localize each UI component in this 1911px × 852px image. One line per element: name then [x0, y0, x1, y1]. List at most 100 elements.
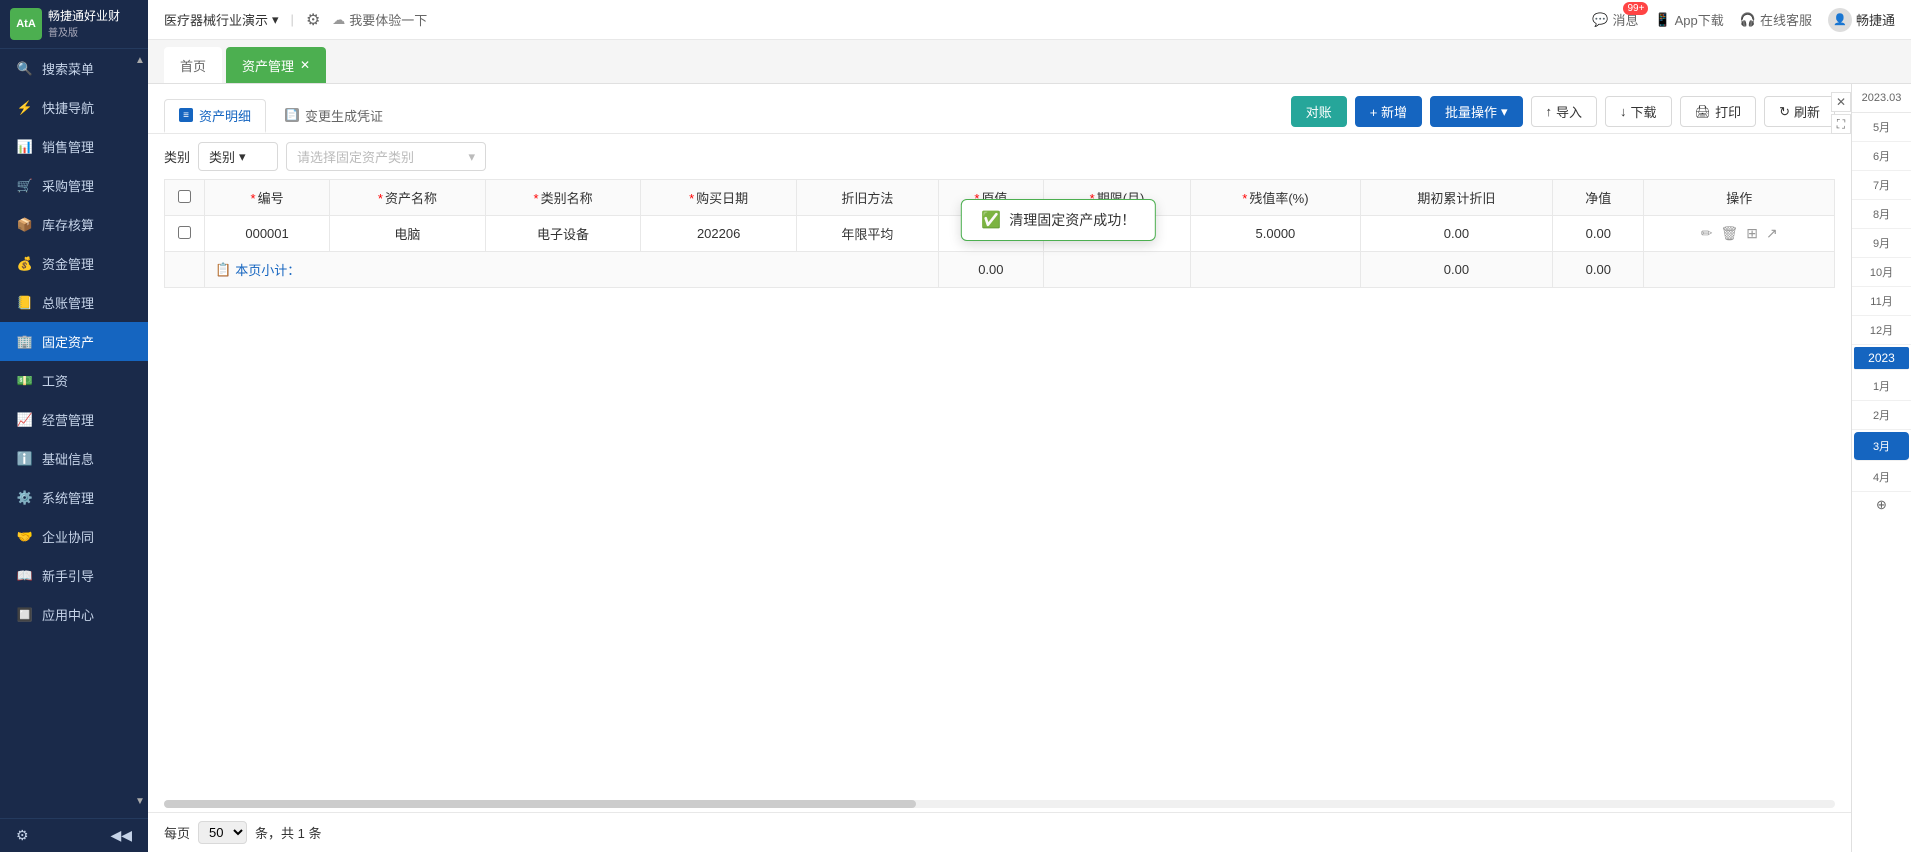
message-button[interactable]: 💬 消息 99+ — [1592, 10, 1638, 29]
subtotal-label-cell: 📋 本页小计： — [205, 252, 939, 288]
print-button[interactable]: 🖨 打印 — [1680, 96, 1757, 127]
total-count: 条，共 1 条 — [255, 823, 321, 842]
horizontal-scrollbar[interactable] — [164, 800, 1835, 808]
sidebar-item-search[interactable]: 🔍 搜索菜单 — [0, 49, 148, 88]
panel-fullscreen-button[interactable]: ⛶ — [1831, 114, 1851, 134]
month-10[interactable]: 10月 — [1852, 258, 1911, 287]
sidebar-item-ledger[interactable]: 📒 总账管理 — [0, 283, 148, 322]
row-checkbox[interactable] — [178, 226, 191, 239]
sales-icon: 📊 — [16, 138, 34, 156]
subtab-change-voucher[interactable]: 📄 变更生成凭证 — [270, 99, 398, 131]
category-type-select[interactable]: 类别 ▾ — [198, 142, 278, 171]
month-9[interactable]: 9月 — [1852, 229, 1911, 258]
panel-close-button[interactable]: ✕ — [1831, 92, 1851, 112]
edit-icon[interactable]: ✏ — [1701, 225, 1713, 242]
nav-icon: ⚡ — [16, 99, 34, 117]
sidebar-item-assets[interactable]: 🏢 固定资产 — [0, 322, 148, 361]
app-download-button[interactable]: 📱 App下载 — [1654, 10, 1723, 29]
col-actions: 操作 — [1644, 180, 1835, 216]
category-value-select[interactable]: 请选择固定资产类别 ▾ — [286, 142, 486, 171]
copy-icon[interactable]: ⊞ — [1746, 225, 1758, 242]
refresh-button[interactable]: ↻ 刷新 — [1764, 96, 1835, 127]
separator: | — [291, 12, 294, 27]
sidebar-item-purchase[interactable]: 🛒 采购管理 — [0, 166, 148, 205]
search-icon: 🔍 — [16, 60, 34, 78]
col-depreciation: 折旧方法 — [796, 180, 938, 216]
sidebar-scroll-down[interactable]: ▼ — [132, 796, 148, 807]
tab-assets[interactable]: 资产管理 ✕ — [226, 47, 326, 83]
batch-chevron-icon: ▾ — [1501, 104, 1508, 120]
month-7[interactable]: 7月 — [1852, 171, 1911, 200]
bottombar: 每页 50 条，共 1 条 — [148, 812, 1851, 852]
sidebar-logo: AtA 畅捷通好业财 普及版 — [0, 0, 148, 49]
month-1[interactable]: 1月 — [1852, 372, 1911, 401]
topbar: 医疗器械行业演示 ▾ | ⚙ ☁ 我要体验一下 💬 消息 99+ 📱 App下载… — [148, 0, 1911, 40]
reconcile-button[interactable]: 对账 — [1291, 96, 1347, 127]
month-12[interactable]: 12月 — [1852, 316, 1911, 345]
sidebar-item-guide[interactable]: 📖 新手引导 — [0, 556, 148, 595]
company-selector[interactable]: 医疗器械行业演示 ▾ — [164, 10, 279, 29]
sidebar-item-apps[interactable]: 🔲 应用中心 — [0, 595, 148, 634]
import-button[interactable]: ↑ 导入 — [1531, 96, 1598, 127]
topbar-settings-icon[interactable]: ⚙ — [306, 10, 320, 30]
download-icon: 📱 — [1654, 12, 1670, 28]
business-icon: 📈 — [16, 411, 34, 429]
month-8[interactable]: 8月 — [1852, 200, 1911, 229]
collab-icon: 🤝 — [16, 528, 34, 546]
trial-area[interactable]: ☁ 我要体验一下 — [332, 10, 427, 29]
month-2[interactable]: 2月 — [1852, 401, 1911, 430]
sidebar-item-system[interactable]: ⚙️ 系统管理 — [0, 478, 148, 517]
sidebar-item-inventory[interactable]: 📦 库存核算 — [0, 205, 148, 244]
filter-type-chevron: ▾ — [239, 149, 246, 165]
settings-icon[interactable]: ⚙ — [16, 827, 29, 844]
col-residual-rate: *残值率(%) — [1191, 180, 1361, 216]
row-checkbox-cell — [165, 216, 205, 252]
scroll-thumb[interactable] — [164, 800, 916, 808]
right-panel-header: 2023.03 — [1852, 84, 1911, 113]
month-6[interactable]: 6月 — [1852, 142, 1911, 171]
tab-home[interactable]: 首页 — [164, 47, 222, 83]
apps-icon: 🔲 — [16, 606, 34, 624]
subtotal-net: 0.00 — [1553, 252, 1644, 288]
filter-bar: 类别 类别 ▾ 请选择固定资产类别 ▾ — [148, 134, 1851, 179]
new-button[interactable]: + 新增 — [1355, 96, 1422, 127]
online-service-button[interactable]: 🎧 在线客服 — [1740, 10, 1812, 29]
system-icon: ⚙️ — [16, 489, 34, 507]
subtotal-original: 0.00 — [938, 252, 1043, 288]
month-3-active[interactable]: 3月 — [1854, 432, 1909, 461]
sidebar-item-business[interactable]: 📈 经营管理 — [0, 400, 148, 439]
col-category: *类别名称 — [485, 180, 641, 216]
subtotal-icon: 📋 — [215, 262, 231, 278]
more-icon[interactable]: ↗ — [1766, 225, 1778, 242]
per-page-select[interactable]: 50 — [198, 821, 247, 844]
sidebar-item-funds[interactable]: 💰 资金管理 — [0, 244, 148, 283]
month-4[interactable]: 4月 — [1852, 463, 1911, 492]
month-11[interactable]: 11月 — [1852, 287, 1911, 316]
download-button[interactable]: ↓ 下载 — [1605, 96, 1672, 127]
month-5[interactable]: 5月 — [1852, 113, 1911, 142]
sidebar-item-salary[interactable]: 💵 工资 — [0, 361, 148, 400]
sidebar-scroll-up[interactable]: ▲ — [132, 55, 148, 66]
sidebar-bottom: ⚙ ◀◀ — [0, 818, 148, 852]
delete-icon[interactable]: 🗑 — [1720, 225, 1738, 242]
panel-expand-icon[interactable]: ⊕ — [1873, 496, 1891, 514]
collapse-icon[interactable]: ◀◀ — [110, 827, 132, 844]
sidebar-item-sales[interactable]: 📊 销售管理 — [0, 127, 148, 166]
user-menu[interactable]: 👤 畅捷通 — [1828, 8, 1895, 32]
logo-icon: AtA — [10, 8, 42, 40]
sidebar-item-collab[interactable]: 🤝 企业协同 — [0, 517, 148, 556]
main-area: 医疗器械行业演示 ▾ | ⚙ ☁ 我要体验一下 💬 消息 99+ 📱 App下载… — [148, 0, 1911, 852]
main-content: ≡ 资产明细 📄 变更生成凭证 对账 + 新增 批量操作 ▾ — [148, 84, 1851, 852]
per-page-label: 每页 — [164, 823, 190, 842]
funds-icon: 💰 — [16, 255, 34, 273]
cell-depreciation: 年限平均 — [796, 216, 938, 252]
sidebar-item-nav[interactable]: ⚡ 快捷导航 — [0, 88, 148, 127]
toast-message: 清理固定资产成功！ — [1009, 210, 1135, 230]
subtab-asset-detail[interactable]: ≡ 资产明细 — [164, 99, 266, 133]
trial-icon: ☁ — [332, 12, 345, 28]
year-2023[interactable]: 2023 — [1854, 347, 1909, 370]
batch-button[interactable]: 批量操作 ▾ — [1430, 96, 1523, 127]
tab-close-icon[interactable]: ✕ — [300, 58, 310, 72]
sidebar-item-info[interactable]: ℹ️ 基础信息 — [0, 439, 148, 478]
select-all-checkbox[interactable] — [178, 190, 191, 203]
